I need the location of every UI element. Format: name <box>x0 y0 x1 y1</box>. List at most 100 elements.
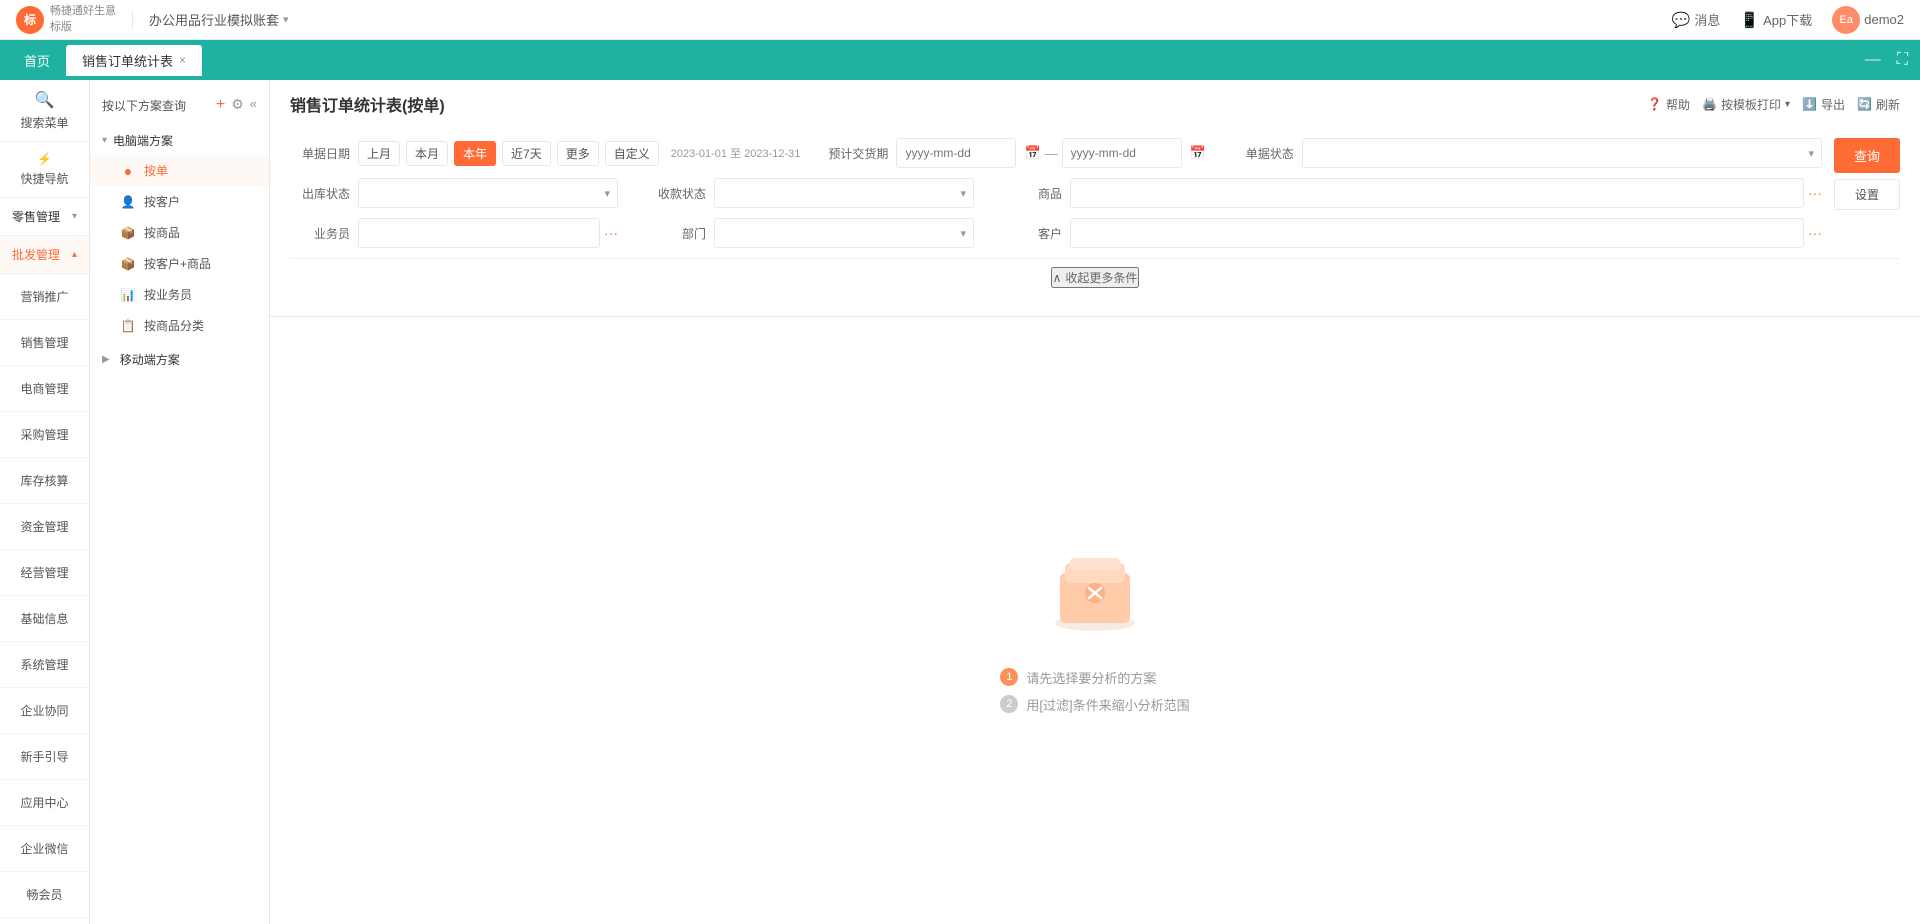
sidebar-item-member-label: 畅会员 <box>26 886 62 903</box>
header-actions: ❓ 帮助 🖨️ 按模板打印 ▾ ⬇️ 导出 � <box>1647 96 1900 113</box>
tab-close-icon[interactable]: × <box>179 53 186 67</box>
sidebar-item-retail[interactable]: 零售管理 ▾ <box>0 198 89 236</box>
hint-num-2: 2 <box>1000 695 1018 713</box>
panel-settings-btn[interactable]: ⚙ <box>231 96 244 114</box>
minimize-btn[interactable]: — <box>1861 47 1885 73</box>
goods-input[interactable] <box>1070 178 1804 208</box>
dropdown-icon[interactable]: ▾ <box>283 13 289 26</box>
maximize-btn[interactable]: ⛶ <box>1893 47 1912 73</box>
custom-date-btn[interactable]: 自定义 <box>605 141 659 166</box>
sidebar-item-system[interactable]: 系统管理 <box>0 642 89 688</box>
tab-active[interactable]: 销售订单统计表 × <box>66 45 202 76</box>
scheme-icon-by-order: ● <box>120 163 136 179</box>
panel-add-btn[interactable]: + <box>216 96 225 114</box>
sidebar-item-finance[interactable]: 资金管理 <box>0 504 89 550</box>
salesperson-input[interactable] <box>358 218 600 248</box>
sidebar-item-enterprise[interactable]: 企业协同 <box>0 688 89 734</box>
export-btn[interactable]: ⬇️ 导出 <box>1802 96 1845 113</box>
sidebar-item-newuser[interactable]: 新手引导 <box>0 734 89 780</box>
panel-collapse-btn[interactable]: « <box>250 96 257 114</box>
sidebar-item-marketing[interactable]: 营销推广 <box>0 274 89 320</box>
message-btn[interactable]: 💬 消息 <box>1672 10 1721 29</box>
scheme-item-by-salesperson[interactable]: 📊 按业务员 <box>90 279 269 310</box>
app-download-label: App下载 <box>1763 10 1812 29</box>
refresh-label: 刷新 <box>1876 96 1900 113</box>
sidebar-item-operations[interactable]: 经营管理 <box>0 550 89 596</box>
goods-dots-btn[interactable]: ··· <box>1808 185 1822 201</box>
mobile-section-title[interactable]: ▶ 移动端方案 <box>90 345 269 374</box>
scheme-item-by-category[interactable]: 📋 按商品分类 <box>90 310 269 341</box>
customer-dots-btn[interactable]: ··· <box>1808 225 1822 241</box>
delivery-status-select[interactable] <box>358 178 618 208</box>
sidebar-item-newuser-label: 新手引导 <box>20 748 68 765</box>
scheme-item-by-goods[interactable]: 📦 按商品 <box>90 217 269 248</box>
logo-initials: 标 <box>24 11 36 28</box>
salesperson-dots-btn[interactable]: ··· <box>604 225 618 241</box>
help-btn[interactable]: ❓ 帮助 <box>1647 96 1690 113</box>
sidebar-item-sales[interactable]: 销售管理 <box>0 320 89 366</box>
customer-input[interactable] <box>1070 218 1804 248</box>
expected-date-to[interactable] <box>1062 138 1182 168</box>
tab-home[interactable]: 首页 <box>8 45 66 76</box>
sidebar-item-basics-label: 基础信息 <box>20 610 68 627</box>
app-download-btn[interactable]: 📱 App下载 <box>1740 10 1812 29</box>
sidebar-item-wechat[interactable]: 企业微信 <box>0 826 89 872</box>
mobile-section-label: 移动端方案 <box>120 351 180 368</box>
filter-settings-btn[interactable]: 设置 <box>1834 179 1900 210</box>
logo-line2: 标版 <box>50 20 116 35</box>
date-label: 单据日期 <box>290 145 350 162</box>
dept-select-wrap <box>714 218 974 248</box>
7days-btn[interactable]: 近7天 <box>502 141 551 166</box>
scheme-icon-by-salesperson: 📊 <box>120 287 136 303</box>
cal-icon-1[interactable]: 📅 <box>1024 145 1040 161</box>
expected-date-label: 预计交货期 <box>828 145 888 162</box>
user-area[interactable]: Ea demo2 <box>1832 6 1904 34</box>
expected-date-from[interactable] <box>896 138 1016 168</box>
prev-month-btn[interactable]: 上月 <box>358 141 400 166</box>
scheme-item-by-order[interactable]: ● 按单 <box>90 155 269 186</box>
payment-status-select[interactable] <box>714 178 974 208</box>
sidebar-search[interactable]: 🔍 搜索菜单 <box>0 80 89 142</box>
scheme-item-by-customer[interactable]: 👤 按客户 <box>90 186 269 217</box>
sidebar-item-member[interactable]: 畅会员 <box>0 872 89 918</box>
sidebar-item-wechat-label: 企业微信 <box>20 840 68 857</box>
wholesale-arrow: ▴ <box>72 249 77 260</box>
cal-icon-2[interactable]: 📅 <box>1190 145 1206 161</box>
sidebar-item-ecommerce[interactable]: 电商管理 <box>0 366 89 412</box>
sidebar-search-label: 搜索菜单 <box>20 114 68 131</box>
more-date-btn[interactable]: 更多 <box>557 141 599 166</box>
pc-section-title[interactable]: ▾ 电脑端方案 <box>90 126 269 155</box>
collapse-arrow-icon: ∧ <box>1053 271 1062 285</box>
top-title-text: 办公用品行业模拟账套 <box>149 10 279 29</box>
filter-row-2: 出库状态 收款状态 商品 <box>290 178 1822 208</box>
doc-status-select[interactable] <box>1302 138 1822 168</box>
this-month-btn[interactable]: 本月 <box>406 141 448 166</box>
sidebar-item-appcenter[interactable]: 应用中心 <box>0 780 89 826</box>
message-label: 消息 <box>1694 10 1720 29</box>
avatar: Ea <box>1832 6 1860 34</box>
this-year-btn[interactable]: 本年 <box>454 141 496 166</box>
dept-select[interactable] <box>714 218 974 248</box>
empty-image <box>1035 528 1155 648</box>
print-btn[interactable]: 🖨️ 按模板打印 ▾ <box>1702 96 1790 113</box>
sidebar-item-basics[interactable]: 基础信息 <box>0 596 89 642</box>
pc-section: ▾ 电脑端方案 ● 按单 👤 按客户 📦 按商品 📦 按客户+商品 <box>90 122 269 345</box>
collapse-btn[interactable]: ∧ 收起更多条件 <box>1051 267 1140 288</box>
top-bar: 标 畅捷通好生意 标版 办公用品行业模拟账套 ▾ 💬 消息 📱 App下载 Ea… <box>0 0 1920 40</box>
print-icon: 🖨️ <box>1702 97 1717 111</box>
refresh-btn[interactable]: 🔄 刷新 <box>1857 96 1900 113</box>
collapse-row: ∧ 收起更多条件 <box>290 258 1900 296</box>
scheme-item-by-customer-goods[interactable]: 📦 按客户+商品 <box>90 248 269 279</box>
sidebar-item-purchase[interactable]: 采购管理 <box>0 412 89 458</box>
top-bar-title[interactable]: 办公用品行业模拟账套 ▾ <box>149 10 289 29</box>
sidebar-item-retail-label: 零售管理 <box>12 208 60 225</box>
date-separator: — <box>1045 146 1058 161</box>
panel-header: 按以下方案查询 + ⚙ « <box>90 88 269 122</box>
sidebar-quicknav[interactable]: ⚡ 快捷导航 <box>0 142 89 198</box>
hint-num-1: 1 <box>1000 668 1018 686</box>
query-btn[interactable]: 查询 <box>1834 138 1900 173</box>
sidebar-item-inventory[interactable]: 库存核算 <box>0 458 89 504</box>
tab-active-label: 销售订单统计表 <box>82 51 173 70</box>
sidebar-item-purchase-label: 采购管理 <box>20 426 68 443</box>
sidebar-item-wholesale[interactable]: 批发管理 ▴ <box>0 236 89 274</box>
